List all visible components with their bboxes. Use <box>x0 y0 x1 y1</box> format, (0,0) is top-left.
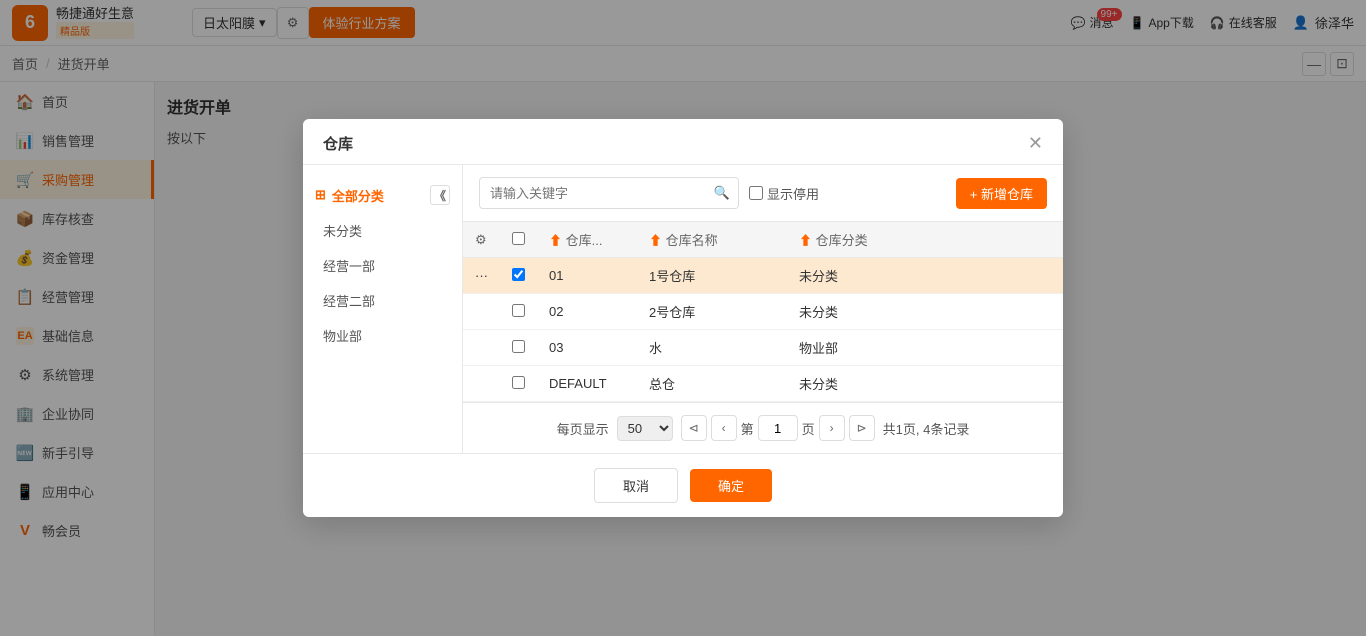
category-item-ops2[interactable]: 经营二部 <box>303 283 462 318</box>
col-header-id: ⬆ 仓库... <box>537 222 637 258</box>
row-name-cell: 1号仓库 <box>637 258 787 294</box>
col-header-check <box>500 222 537 258</box>
row-settings-cell <box>463 366 500 402</box>
col-header-name: ⬆ 仓库名称 <box>637 222 787 258</box>
row-settings-cell <box>463 294 500 330</box>
table-row[interactable]: DEFAULT 总仓 未分类 <box>463 366 1063 402</box>
modal-header: 仓库 ✕ <box>303 119 1063 165</box>
row-name-cell: 水 <box>637 330 787 366</box>
sort-icon: ⬆ <box>549 233 562 248</box>
row-checkbox[interactable] <box>512 268 525 281</box>
modal-overlay[interactable]: 仓库 ✕ ⊞ 全部分类 《 未分类 经营一部 经营二部 物业部 <box>0 0 1366 636</box>
add-warehouse-button[interactable]: + 新增仓库 <box>956 178 1047 209</box>
row-checkbox[interactable] <box>512 340 525 353</box>
page-nav: ⊲ ‹ 第 页 › ⊳ <box>681 415 875 441</box>
row-check-cell[interactable] <box>500 366 537 402</box>
grid-icon: ⊞ <box>315 187 326 203</box>
per-page-label: 每页显示 <box>557 419 609 438</box>
row-check-cell[interactable] <box>500 258 537 294</box>
table-panel: 🔍 显示停用 + 新增仓库 ⚙ <box>463 165 1063 453</box>
sort-icon-name: ⬆ <box>649 233 662 248</box>
modal-footer: 取消 确定 <box>303 453 1063 517</box>
category-panel: ⊞ 全部分类 《 未分类 经营一部 经营二部 物业部 <box>303 165 463 453</box>
row-id-cell: 03 <box>537 330 637 366</box>
search-box: 🔍 <box>479 177 739 209</box>
category-collapse-button[interactable]: 《 <box>430 185 450 205</box>
sort-icon-cat: ⬆ <box>799 233 812 248</box>
warehouse-modal: 仓库 ✕ ⊞ 全部分类 《 未分类 经营一部 经营二部 物业部 <box>303 119 1063 517</box>
table-container: ⚙ ⬆ 仓库... ⬆ <box>463 222 1063 402</box>
modal-close-button[interactable]: ✕ <box>1028 133 1043 154</box>
col-header-cat: ⬆ 仓库分类 <box>787 222 1063 258</box>
row-check-cell[interactable] <box>500 330 537 366</box>
row-cat-cell: 物业部 <box>787 330 1063 366</box>
row-id-cell: 01 <box>537 258 637 294</box>
page-last-button[interactable]: ⊳ <box>849 415 875 441</box>
page-label: 第 <box>741 419 754 438</box>
row-settings-cell <box>463 330 500 366</box>
page-first-button[interactable]: ⊲ <box>681 415 707 441</box>
all-categories-button[interactable]: ⊞ 全部分类 《 <box>303 177 462 213</box>
row-cat-cell: 未分类 <box>787 366 1063 402</box>
warehouse-table: ⚙ ⬆ 仓库... ⬆ <box>463 222 1063 402</box>
category-item-unclassified[interactable]: 未分类 <box>303 213 462 248</box>
table-header-row: ⚙ ⬆ 仓库... ⬆ <box>463 222 1063 258</box>
row-name-cell: 2号仓库 <box>637 294 787 330</box>
col-header-settings: ⚙ <box>463 222 500 258</box>
search-input[interactable] <box>480 181 706 206</box>
row-cat-cell: 未分类 <box>787 258 1063 294</box>
page-suffix: 页 <box>802 419 815 438</box>
modal-title: 仓库 <box>323 133 353 154</box>
row-name-cell: 总仓 <box>637 366 787 402</box>
page-number-input[interactable] <box>758 415 798 441</box>
per-page-select[interactable]: 50 20 100 <box>617 416 673 441</box>
show-disabled-checkbox[interactable] <box>749 186 763 200</box>
category-item-ops1[interactable]: 经营一部 <box>303 248 462 283</box>
table-toolbar: 🔍 显示停用 + 新增仓库 <box>463 165 1063 222</box>
table-row[interactable]: ··· 01 1号仓库 未分类 <box>463 258 1063 294</box>
row-checkbox[interactable] <box>512 304 525 317</box>
row-id-cell: 02 <box>537 294 637 330</box>
settings-icon: ⚙ <box>475 232 487 247</box>
total-info: 共1页, 4条记录 <box>883 419 970 438</box>
table-body: ··· 01 1号仓库 未分类 02 2号仓库 未分类 03 水 物业部 <box>463 258 1063 402</box>
show-disabled-container: 显示停用 <box>749 184 819 203</box>
search-icon-button[interactable]: 🔍 <box>706 178 738 208</box>
row-id-cell: DEFAULT <box>537 366 637 402</box>
modal-body: ⊞ 全部分类 《 未分类 经营一部 经营二部 物业部 🔍 <box>303 165 1063 453</box>
table-row[interactable]: 02 2号仓库 未分类 <box>463 294 1063 330</box>
show-disabled-label: 显示停用 <box>767 184 819 203</box>
table-row[interactable]: 03 水 物业部 <box>463 330 1063 366</box>
row-check-cell[interactable] <box>500 294 537 330</box>
row-checkbox[interactable] <box>512 376 525 389</box>
category-item-property[interactable]: 物业部 <box>303 318 462 353</box>
row-cat-cell: 未分类 <box>787 294 1063 330</box>
confirm-button[interactable]: 确定 <box>690 469 772 502</box>
page-next-button[interactable]: › <box>819 415 845 441</box>
select-all-checkbox[interactable] <box>512 232 525 245</box>
all-categories-label: 全部分类 <box>332 186 384 205</box>
cancel-button[interactable]: 取消 <box>594 468 678 503</box>
row-settings-cell: ··· <box>463 258 500 294</box>
page-prev-button[interactable]: ‹ <box>711 415 737 441</box>
pagination-bar: 每页显示 50 20 100 ⊲ ‹ 第 页 › ⊳ <box>463 402 1063 453</box>
